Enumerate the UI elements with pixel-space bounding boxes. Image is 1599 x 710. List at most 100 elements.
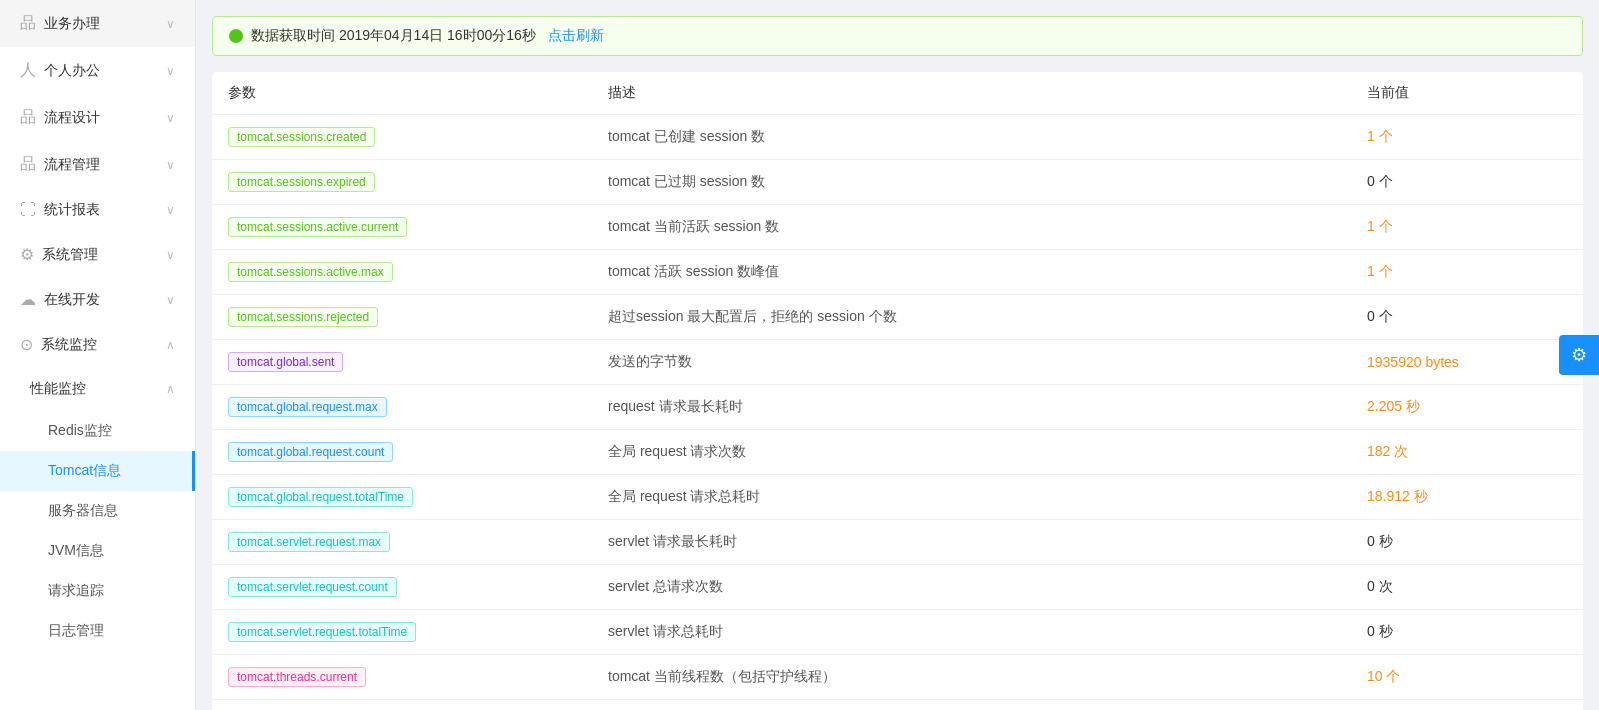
- value-cell: 1 个: [1367, 128, 1567, 146]
- sys-manage-icon: ⚙: [20, 245, 34, 264]
- sidebar-item-label: 在线开发: [44, 291, 100, 309]
- chevron-down-icon: ∨: [166, 293, 175, 307]
- value-cell: 1 个: [1367, 263, 1567, 281]
- refresh-button[interactable]: 点击刷新: [548, 27, 604, 45]
- desc-cell: servlet 请求最长耗时: [608, 533, 1367, 551]
- desc-cell: 超过session 最大配置后，拒绝的 session 个数: [608, 308, 1367, 326]
- chevron-down-icon: ∨: [166, 17, 175, 31]
- param-tag: tomcat.global.request.totalTime: [228, 487, 413, 507]
- col-desc: 描述: [608, 84, 1367, 102]
- param-cell: tomcat.sessions.expired: [228, 172, 608, 192]
- sidebar-item-flow-manage[interactable]: 品 流程管理 ∨: [0, 141, 195, 188]
- desc-cell: servlet 总请求次数: [608, 578, 1367, 596]
- main-content: 数据获取时间 2019年04月14日 16时00分16秒 点击刷新 参数 描述 …: [196, 0, 1599, 710]
- timestamp-text: 数据获取时间 2019年04月14日 16时00分16秒: [251, 27, 536, 45]
- sidebar-item-online-dev[interactable]: ☁ 在线开发 ∨: [0, 277, 195, 322]
- sidebar-item-log-manage[interactable]: 日志管理: [0, 611, 195, 651]
- value-cell: 0 个: [1367, 173, 1567, 191]
- gear-icon: ⚙: [1571, 344, 1587, 366]
- param-tag: tomcat.servlet.request.count: [228, 577, 397, 597]
- desc-cell: tomcat 当前活跃 session 数: [608, 218, 1367, 236]
- desc-cell: 发送的字节数: [608, 353, 1367, 371]
- param-tag: tomcat.sessions.expired: [228, 172, 375, 192]
- param-tag: tomcat.sessions.active.current: [228, 217, 407, 237]
- sys-monitor-icon: ⊙: [20, 335, 33, 354]
- table-row: tomcat.global.request.count 全局 request 请…: [212, 430, 1583, 475]
- sidebar-item-label: 业务办理: [44, 15, 100, 33]
- chevron-up-icon: ∧: [166, 338, 175, 352]
- param-cell: tomcat.global.request.totalTime: [228, 487, 608, 507]
- sidebar-item-request-trace[interactable]: 请求追踪: [0, 571, 195, 611]
- desc-cell: 全局 request 请求总耗时: [608, 488, 1367, 506]
- table-row: tomcat.threads.current tomcat 当前线程数（包括守护…: [212, 655, 1583, 700]
- param-tag: tomcat.servlet.request.max: [228, 532, 390, 552]
- online-dev-icon: ☁: [20, 290, 36, 309]
- sidebar-item-label: 系统管理: [42, 246, 98, 264]
- param-cell: tomcat.sessions.active.max: [228, 262, 608, 282]
- sidebar-item-redis-monitor[interactable]: Redis监控: [0, 411, 195, 451]
- desc-cell: tomcat 已创建 session 数: [608, 128, 1367, 146]
- param-cell: tomcat.threads.current: [228, 667, 608, 687]
- chevron-up-icon: ∧: [166, 382, 175, 396]
- param-cell: tomcat.sessions.rejected: [228, 307, 608, 327]
- status-dot: [229, 29, 243, 43]
- sidebar-item-tomcat-info[interactable]: Tomcat信息: [0, 451, 195, 491]
- param-tag: tomcat.servlet.request.totalTime: [228, 622, 416, 642]
- table-header: 参数 描述 当前值: [212, 72, 1583, 115]
- flow-design-icon: 品: [20, 107, 36, 128]
- sidebar-item-sys-manage[interactable]: ⚙ 系统管理 ∨: [0, 232, 195, 277]
- sidebar-item-business[interactable]: 品 业务办理 ∨: [0, 0, 195, 47]
- settings-float-button[interactable]: ⚙: [1559, 335, 1599, 375]
- desc-cell: tomcat 已过期 session 数: [608, 173, 1367, 191]
- desc-cell: tomcat 当前线程数（包括守护线程）: [608, 668, 1367, 686]
- param-tag: tomcat.global.request.count: [228, 442, 393, 462]
- value-cell: 0 个: [1367, 308, 1567, 326]
- sidebar-item-personal[interactable]: 人 个人办公 ∨: [0, 47, 195, 94]
- sidebar-item-stats[interactable]: ⛶ 统计报表 ∨: [0, 188, 195, 232]
- desc-cell: servlet 请求总耗时: [608, 623, 1367, 641]
- param-tag: tomcat.sessions.active.max: [228, 262, 393, 282]
- table-row: tomcat.servlet.request.max servlet 请求最长耗…: [212, 520, 1583, 565]
- chevron-down-icon: ∨: [166, 203, 175, 217]
- business-icon: 品: [20, 13, 36, 34]
- param-cell: tomcat.sessions.created: [228, 127, 608, 147]
- personal-icon: 人: [20, 60, 36, 81]
- sidebar-item-flow-design[interactable]: 品 流程设计 ∨: [0, 94, 195, 141]
- table-row: tomcat.threads.configMax tomcat 配置的线程最大数…: [212, 700, 1583, 710]
- table-row: tomcat.sessions.active.max tomcat 活跃 ses…: [212, 250, 1583, 295]
- desc-cell: tomcat 活跃 session 数峰值: [608, 263, 1367, 281]
- table-row: tomcat.sessions.created tomcat 已创建 sessi…: [212, 115, 1583, 160]
- chevron-down-icon: ∨: [166, 158, 175, 172]
- value-cell: 0 秒: [1367, 533, 1567, 551]
- chevron-down-icon: ∨: [166, 111, 175, 125]
- sidebar-item-label: 流程管理: [44, 156, 100, 174]
- param-cell: tomcat.servlet.request.count: [228, 577, 608, 597]
- sidebar-item-label: 流程设计: [44, 109, 100, 127]
- param-cell: tomcat.global.request.count: [228, 442, 608, 462]
- param-cell: tomcat.global.request.max: [228, 397, 608, 417]
- table-row: tomcat.global.request.max request 请求最长耗时…: [212, 385, 1583, 430]
- sidebar-item-sys-monitor[interactable]: ⊙ 系统监控 ∧: [0, 322, 195, 367]
- value-cell: 18.912 秒: [1367, 488, 1567, 506]
- param-cell: tomcat.servlet.request.max: [228, 532, 608, 552]
- param-tag: tomcat.global.sent: [228, 352, 343, 372]
- chevron-down-icon: ∨: [166, 248, 175, 262]
- sidebar-item-perf-monitor-group[interactable]: 性能监控 ∧: [0, 367, 195, 411]
- sidebar-item-server-info[interactable]: 服务器信息: [0, 491, 195, 531]
- table-row: tomcat.sessions.rejected 超过session 最大配置后…: [212, 295, 1583, 340]
- info-bar: 数据获取时间 2019年04月14日 16时00分16秒 点击刷新: [212, 16, 1583, 56]
- table-row: tomcat.servlet.request.totalTime servlet…: [212, 610, 1583, 655]
- param-cell: tomcat.servlet.request.totalTime: [228, 622, 608, 642]
- table-body: tomcat.sessions.created tomcat 已创建 sessi…: [212, 115, 1583, 710]
- param-tag: tomcat.threads.current: [228, 667, 366, 687]
- value-cell: 2.205 秒: [1367, 398, 1567, 416]
- value-cell: 182 次: [1367, 443, 1567, 461]
- desc-cell: 全局 request 请求次数: [608, 443, 1367, 461]
- param-cell: tomcat.sessions.active.current: [228, 217, 608, 237]
- sidebar-item-jvm-info[interactable]: JVM信息: [0, 531, 195, 571]
- value-cell: 1935920 bytes: [1367, 354, 1567, 370]
- col-param: 参数: [228, 84, 608, 102]
- table-row: tomcat.global.request.totalTime 全局 reque…: [212, 475, 1583, 520]
- data-table: 参数 描述 当前值 tomcat.sessions.created tomcat…: [212, 72, 1583, 710]
- param-tag: tomcat.sessions.created: [228, 127, 375, 147]
